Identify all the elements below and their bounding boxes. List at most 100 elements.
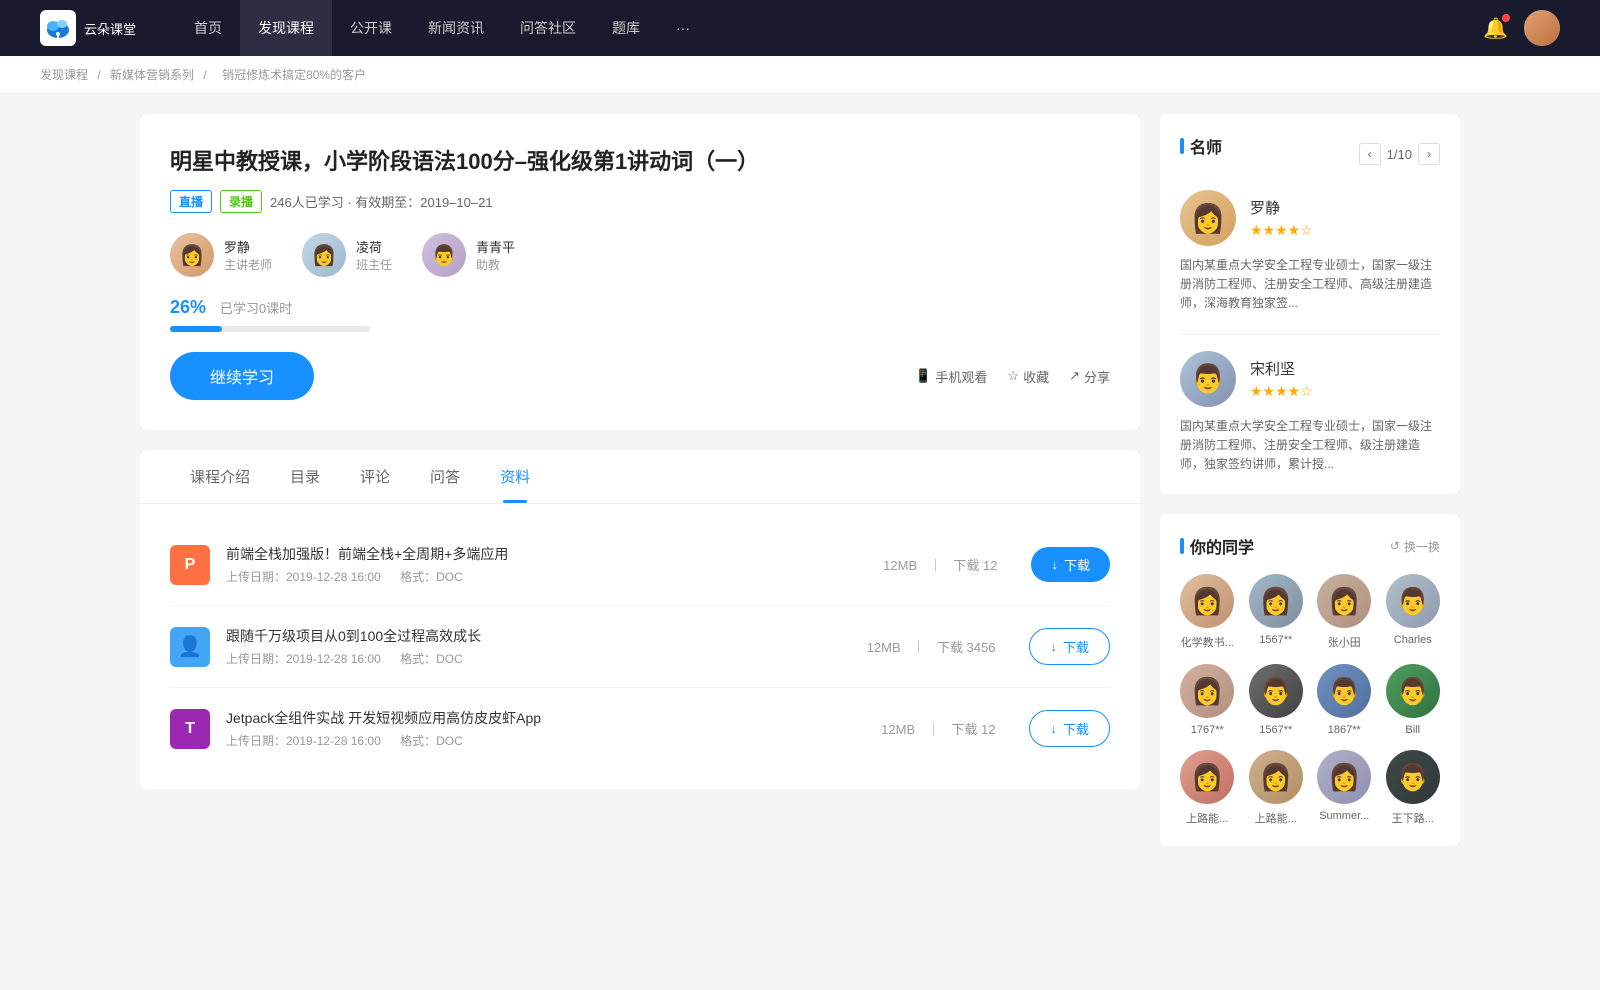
classmate-3-name: 张小田 (1328, 634, 1361, 650)
classmate-11[interactable]: 👩 Summer... (1317, 750, 1372, 826)
classmate-7[interactable]: 👨 1867** (1317, 664, 1372, 736)
classmate-11-avatar: 👩 (1317, 750, 1371, 804)
tab-intro[interactable]: 课程介绍 (170, 450, 270, 503)
classmate-2-name: 1567** (1259, 634, 1292, 646)
collect-link[interactable]: ☆ 收藏 (1007, 367, 1049, 386)
resource-stats-1: 12MB ｜ 下载 12 (879, 555, 1001, 574)
classmate-9[interactable]: 👩 上路能... (1180, 750, 1235, 826)
nav-qa[interactable]: 问答社区 (502, 0, 594, 56)
share-link[interactable]: ↗ 分享 (1069, 367, 1110, 386)
main-layout: 明星中教授课，小学阶段语法100分–强化级第1讲动词（一） 直播 录播 246人… (100, 94, 1500, 866)
course-card: 明星中教授课，小学阶段语法100分–强化级第1讲动词（一） 直播 录播 246人… (140, 114, 1140, 430)
tabs-header: 课程介绍 目录 评论 问答 资料 (140, 450, 1140, 504)
tabs-section: 课程介绍 目录 评论 问答 资料 P 前端全栈加强版！前端全栈+全周期+多端应用… (140, 450, 1140, 789)
tab-qa[interactable]: 问答 (410, 450, 480, 503)
breadcrumb-link-1[interactable]: 发现课程 (40, 68, 88, 82)
download-icon-1: ↓ (1051, 557, 1058, 572)
progress-section: 26% 已学习0课时 (170, 297, 1110, 332)
notification-dot (1502, 14, 1510, 22)
classmate-8-avatar: 👨 (1386, 664, 1440, 718)
classmate-12[interactable]: 👨 王下路... (1386, 750, 1441, 826)
breadcrumb-link-2[interactable]: 新媒体营销系列 (110, 68, 194, 82)
nav-question-bank[interactable]: 题库 (594, 0, 658, 56)
classmate-3-avatar: 👩 (1317, 574, 1371, 628)
classmate-1[interactable]: 👩 化学教书... (1180, 574, 1235, 650)
classmate-10[interactable]: 👩 上路能... (1249, 750, 1304, 826)
teacher-2-name: 凌荷 (356, 237, 392, 256)
download-button-2[interactable]: ↓ 下载 (1029, 628, 1110, 665)
famous-teachers-card: 名师 ‹ 1/10 › 👩 (1160, 114, 1460, 494)
famous-teacher-2-info: 宋利坚 ★★★★☆ (1250, 358, 1313, 400)
logo[interactable]: 云朵课堂 (40, 10, 136, 46)
tab-material[interactable]: 资料 (480, 450, 550, 503)
next-page-button[interactable]: › (1418, 143, 1440, 165)
resource-item-3: T Jetpack全组件实战 开发短视频应用高仿皮皮虾App 上传日期：2019… (170, 688, 1110, 769)
resource-title-3: Jetpack全组件实战 开发短视频应用高仿皮皮虾App (226, 708, 847, 728)
resource-meta-3: 上传日期：2019-12-28 16:00 格式：DOC (226, 732, 847, 749)
prev-page-button[interactable]: ‹ (1359, 143, 1381, 165)
famous-teacher-1-header: 👩 罗静 ★★★★☆ (1180, 190, 1440, 246)
classmate-12-name: 王下路... (1392, 810, 1434, 826)
nav-news[interactable]: 新闻资讯 (410, 0, 502, 56)
sidebar: 名师 ‹ 1/10 › 👩 (1160, 114, 1460, 846)
course-actions: 继续学习 📱 手机观看 ☆ 收藏 ↗ 分享 (170, 352, 1110, 400)
classmate-8-name: Bill (1405, 724, 1420, 736)
teacher-3-avatar: 👨 (422, 233, 466, 277)
classmate-6-avatar: 👨 (1249, 664, 1303, 718)
classmate-7-name: 1867** (1328, 724, 1361, 736)
nav-more[interactable]: ··· (658, 0, 708, 56)
classmates-header: 你的同学 ↺ 换一换 (1180, 534, 1440, 558)
logo-text: 云朵课堂 (84, 19, 136, 38)
famous-teacher-1-avatar: 👩 (1180, 190, 1236, 246)
nav-public[interactable]: 公开课 (332, 0, 410, 56)
download-icon-2: ↓ (1050, 639, 1057, 654)
teacher-1-role: 主讲老师 (224, 256, 272, 273)
continue-study-button[interactable]: 继续学习 (170, 352, 314, 400)
teacher-3: 👨 青青平 助教 (422, 233, 515, 277)
teacher-1-avatar: 👩 (170, 233, 214, 277)
action-links: 📱 手机观看 ☆ 收藏 ↗ 分享 (915, 367, 1110, 386)
course-title: 明星中教授课，小学阶段语法100分–强化级第1讲动词（一） (170, 144, 1110, 176)
teacher-3-info: 青青平 助教 (476, 237, 515, 273)
classmate-5[interactable]: 👩 1767** (1180, 664, 1235, 736)
logo-icon (40, 10, 76, 46)
famous-teachers-title: 名师 (1180, 134, 1222, 158)
navigation: 云朵课堂 首页 发现课程 公开课 新闻资讯 问答社区 题库 ··· 🔔 (0, 0, 1600, 56)
classmate-4[interactable]: 👨 Charles (1386, 574, 1441, 650)
download-button-1[interactable]: ↓ 下载 (1031, 547, 1110, 582)
classmate-7-avatar: 👨 (1317, 664, 1371, 718)
resource-item-2: 👤 跟随千万级项目从0到100全过程高效成长 上传日期：2019-12-28 1… (170, 606, 1110, 688)
famous-teacher-2-name: 宋利坚 (1250, 358, 1313, 379)
user-avatar[interactable] (1524, 10, 1560, 46)
resource-stats-3: 12MB ｜ 下载 12 (877, 719, 999, 738)
resource-icon-3: T (170, 709, 210, 749)
classmate-2[interactable]: 👩 1567** (1249, 574, 1304, 650)
tag-live: 直播 (170, 190, 212, 213)
classmates-card: 你的同学 ↺ 换一换 👩 化学教书... 👩 1567** (1160, 514, 1460, 846)
bell-icon[interactable]: 🔔 (1483, 16, 1508, 41)
tag-record: 录播 (220, 190, 262, 213)
classmate-8[interactable]: 👨 Bill (1386, 664, 1441, 736)
refresh-button[interactable]: ↺ 换一换 (1390, 538, 1440, 555)
resource-title-1: 前端全栈加强版！前端全栈+全周期+多端应用 (226, 544, 849, 564)
classmate-11-name: Summer... (1319, 810, 1369, 822)
nav-home[interactable]: 首页 (176, 0, 240, 56)
famous-teacher-1-desc: 国内某重点大学安全工程专业硕士，国家一级注册消防工程师、注册安全工程师、高级注册… (1180, 256, 1440, 314)
classmate-6[interactable]: 👨 1567** (1249, 664, 1304, 736)
classmate-4-name: Charles (1394, 634, 1432, 646)
progress-bar-fill (170, 326, 222, 332)
famous-teacher-2-stars: ★★★★☆ (1250, 383, 1313, 400)
nav-discover[interactable]: 发现课程 (240, 0, 332, 56)
nav-right: 🔔 (1483, 10, 1560, 46)
progress-label: 26% (170, 297, 206, 317)
classmate-3[interactable]: 👩 张小田 (1317, 574, 1372, 650)
download-button-3[interactable]: ↓ 下载 (1029, 710, 1110, 747)
nav-items: 首页 发现课程 公开课 新闻资讯 问答社区 题库 ··· (176, 0, 1483, 56)
tab-comment[interactable]: 评论 (340, 450, 410, 503)
teacher-divider (1180, 334, 1440, 335)
famous-teacher-1-name: 罗静 (1250, 197, 1313, 218)
tab-catalog[interactable]: 目录 (270, 450, 340, 503)
mobile-watch-link[interactable]: 📱 手机观看 (915, 367, 987, 386)
resource-icon-1: P (170, 545, 210, 585)
teacher-3-name: 青青平 (476, 237, 515, 256)
